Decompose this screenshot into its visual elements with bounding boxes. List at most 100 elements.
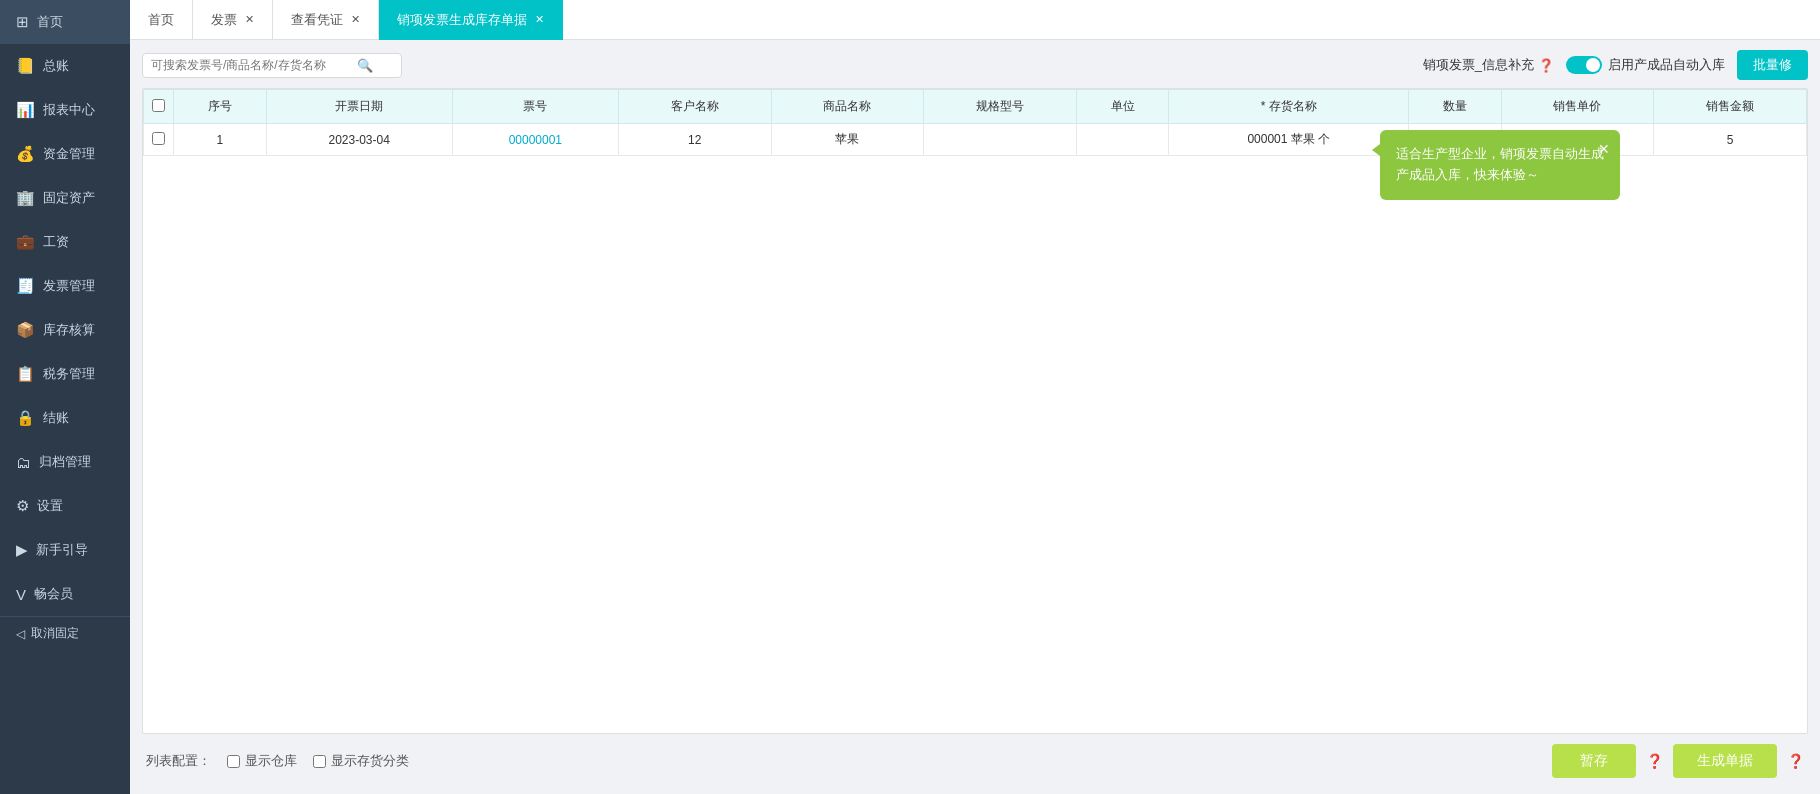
tab-voucher[interactable]: 查看凭证 ✕ [273, 0, 379, 40]
tab-credit-note-label: 销项发票生成库存单据 [397, 11, 527, 29]
header-inventory: * 存货名称 [1169, 90, 1409, 124]
header-product: 商品名称 [771, 90, 924, 124]
header-number: 票号 [452, 90, 618, 124]
tab-credit-note[interactable]: 销项发票生成库存单据 ✕ [379, 0, 563, 40]
sidebar-label-ledger: 总账 [43, 57, 69, 75]
tab-invoice[interactable]: 发票 ✕ [193, 0, 273, 40]
toolbar: 🔍 销项发票_信息补充 ❓ 启用产成品自动入库 批量修 [142, 50, 1808, 80]
sidebar-item-archive[interactable]: 🗂 归档管理 [0, 440, 130, 484]
info-text: 销项发票_信息补充 [1423, 56, 1534, 74]
sidebar-label-archive: 归档管理 [39, 453, 91, 471]
tooltip-close-icon[interactable]: ✕ [1598, 138, 1610, 160]
info-question-icon[interactable]: ❓ [1538, 58, 1554, 73]
batch-button[interactable]: 批量修 [1737, 50, 1808, 80]
header-seq: 序号 [174, 90, 267, 124]
tab-home[interactable]: 首页 [130, 0, 193, 40]
invoice-link[interactable]: 00000001 [509, 133, 562, 147]
sidebar-item-tax[interactable]: 📋 税务管理 [0, 352, 130, 396]
sidebar-label-fund: 资金管理 [43, 145, 95, 163]
show-category-label: 显示存货分类 [331, 752, 409, 770]
sidebar-label-guide: 新手引导 [36, 541, 88, 559]
sidebar-label-inventory: 库存核算 [43, 321, 95, 339]
cell-unit [1076, 124, 1169, 156]
archive-icon: 🗂 [16, 454, 31, 471]
footer-left: 列表配置： 显示仓库 显示存货分类 [146, 752, 409, 770]
save-button[interactable]: 暂存 [1552, 744, 1636, 778]
sidebar-label-asset: 固定资产 [43, 189, 95, 207]
header-date: 开票日期 [266, 90, 452, 124]
sidebar-item-settings[interactable]: ⚙ 设置 [0, 484, 130, 528]
sidebar-item-guide[interactable]: ▶ 新手引导 [0, 528, 130, 572]
header-checkbox-cell [144, 90, 174, 124]
search-icon[interactable]: 🔍 [357, 58, 373, 73]
unpin-label: 取消固定 [31, 625, 79, 642]
search-box[interactable]: 🔍 [142, 53, 402, 78]
sidebar-item-asset[interactable]: 🏢 固定资产 [0, 176, 130, 220]
cell-seq: 1 [174, 124, 267, 156]
sidebar-item-ledger[interactable]: 📒 总账 [0, 44, 130, 88]
sidebar-item-payroll[interactable]: 💼 工资 [0, 220, 130, 264]
header-spec: 规格型号 [924, 90, 1077, 124]
show-warehouse-check[interactable]: 显示仓库 [227, 752, 297, 770]
tab-home-label: 首页 [148, 11, 174, 29]
generate-button[interactable]: 生成单据 [1673, 744, 1777, 778]
sidebar-item-home[interactable]: ⊞ 首页 [0, 0, 130, 44]
generate-help-icon[interactable]: ❓ [1787, 753, 1804, 769]
asset-icon: 🏢 [16, 189, 35, 207]
invoice-icon: 🧾 [16, 277, 35, 295]
settings-icon: ⚙ [16, 497, 29, 515]
sidebar-item-vip[interactable]: V 畅会员 [0, 572, 130, 616]
show-warehouse-label: 显示仓库 [245, 752, 297, 770]
auto-warehousing-toggle[interactable] [1566, 56, 1602, 74]
header-unit-price: 销售单价 [1501, 90, 1654, 124]
toggle-label: 启用产成品自动入库 [1608, 56, 1725, 74]
sidebar-label-payroll: 工资 [43, 233, 69, 251]
guide-icon: ▶ [16, 541, 28, 559]
cell-number: 00000001 [452, 124, 618, 156]
cell-spec [924, 124, 1077, 156]
sidebar-label-report: 报表中心 [43, 101, 95, 119]
show-category-check[interactable]: 显示存货分类 [313, 752, 409, 770]
home-icon: ⊞ [16, 13, 29, 31]
cell-amount: 5 [1654, 124, 1807, 156]
footer-bar: 列表配置： 显示仓库 显示存货分类 暂存 ❓ 生成单据 ❓ [142, 734, 1808, 784]
tax-icon: 📋 [16, 365, 35, 383]
sidebar-label-invoice: 发票管理 [43, 277, 95, 295]
tooltip-popup: ✕ 适合生产型企业，销项发票自动生成产成品入库，快来体验～ [1380, 130, 1620, 200]
row-checkbox[interactable] [152, 132, 165, 145]
sidebar-item-fund[interactable]: 💰 资金管理 [0, 132, 130, 176]
tab-credit-note-close[interactable]: ✕ [535, 13, 544, 26]
cell-date: 2023-03-04 [266, 124, 452, 156]
row-checkbox-cell [144, 124, 174, 156]
table-header-row: 序号 开票日期 票号 客户名称 商品名称 规格型号 单位 * 存货名称 数量 销… [144, 90, 1807, 124]
report-icon: 📊 [16, 101, 35, 119]
inventory-icon: 📦 [16, 321, 35, 339]
tab-voucher-close[interactable]: ✕ [351, 13, 360, 26]
sidebar-item-report[interactable]: 📊 报表中心 [0, 88, 130, 132]
toolbar-right: 销项发票_信息补充 ❓ 启用产成品自动入库 批量修 [1423, 50, 1808, 80]
header-quantity: 数量 [1409, 90, 1502, 124]
cell-product: 苹果 [771, 124, 924, 156]
payroll-icon: 💼 [16, 233, 35, 251]
sidebar-item-closing[interactable]: 🔒 结账 [0, 396, 130, 440]
header-customer: 客户名称 [618, 90, 771, 124]
sidebar-label-closing: 结账 [43, 409, 69, 427]
search-input[interactable] [151, 58, 351, 72]
cell-customer: 12 [618, 124, 771, 156]
sidebar: ⊞ 首页 📒 总账 📊 报表中心 💰 资金管理 🏢 固定资产 💼 工资 🧾 发票… [0, 0, 130, 794]
header-amount: 销售金额 [1654, 90, 1807, 124]
tabs-bar: 首页 发票 ✕ 查看凭证 ✕ 销项发票生成库存单据 ✕ [130, 0, 1820, 40]
tab-invoice-label: 发票 [211, 11, 237, 29]
header-unit: 单位 [1076, 90, 1169, 124]
closing-icon: 🔒 [16, 409, 35, 427]
sidebar-item-invoice[interactable]: 🧾 发票管理 [0, 264, 130, 308]
show-category-checkbox[interactable] [313, 755, 326, 768]
save-help-icon[interactable]: ❓ [1646, 753, 1663, 769]
tab-invoice-close[interactable]: ✕ [245, 13, 254, 26]
show-warehouse-checkbox[interactable] [227, 755, 240, 768]
config-label: 列表配置： [146, 752, 211, 770]
sidebar-label-settings: 设置 [37, 497, 63, 515]
unpin-button[interactable]: ◁ 取消固定 [0, 616, 130, 650]
select-all-checkbox[interactable] [152, 99, 165, 112]
sidebar-item-inventory[interactable]: 📦 库存核算 [0, 308, 130, 352]
